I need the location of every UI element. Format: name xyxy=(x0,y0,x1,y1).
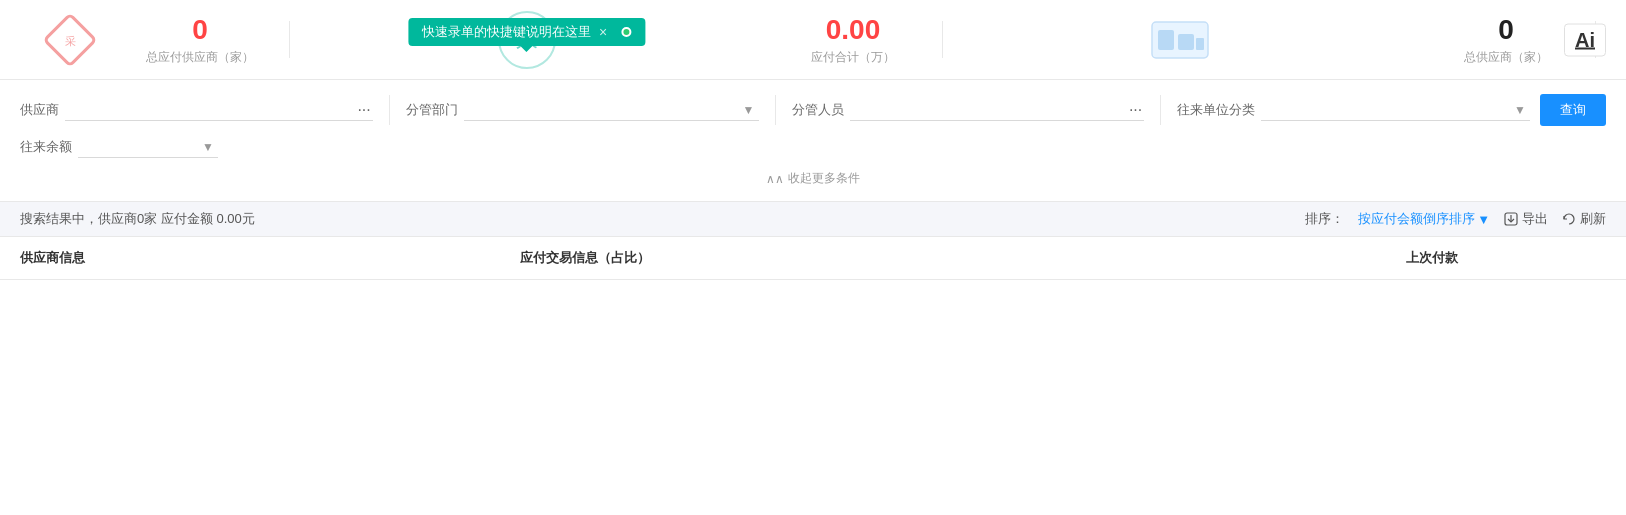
svg-rect-7 xyxy=(1196,38,1204,50)
balance-select-wrap: ▼ xyxy=(78,136,218,158)
department-label: 分管部门 xyxy=(406,101,458,119)
results-info: 搜索结果中，供应商0家 应付金额 0.00元 xyxy=(20,210,255,228)
right-icon xyxy=(1150,20,1210,60)
tooltip-popup: 快速录单的快捷键说明在这里 × xyxy=(408,18,645,46)
payable-total-label: 应付合计（万） xyxy=(811,49,895,66)
results-actions: 排序： 按应付会额倒序排序 ▼ 导出 刷新 xyxy=(1305,210,1606,228)
export-label: 导出 xyxy=(1522,210,1548,228)
person-input[interactable] xyxy=(850,99,1145,121)
svg-rect-6 xyxy=(1178,34,1194,50)
table-body xyxy=(0,280,1626,515)
filter-row-2: 往来余额 ▼ xyxy=(20,136,1606,158)
filter-department: 分管部门 ▼ xyxy=(406,99,759,121)
person-input-wrap: ··· xyxy=(850,99,1145,121)
filter-unit-class: 往来单位分类 ▼ xyxy=(1177,99,1530,121)
supplier-input-wrap: ··· xyxy=(65,99,373,121)
payable-suppliers-number: 0 xyxy=(192,13,208,47)
tooltip-dot xyxy=(621,27,631,37)
total-suppliers-number: 0 xyxy=(1498,13,1514,47)
sort-label: 排序： xyxy=(1305,210,1344,228)
unit-class-select-wrap: ▼ xyxy=(1261,99,1530,121)
filter-row-1: 供应商 ··· 分管部门 ▼ 分管人员 ··· xyxy=(20,94,1606,126)
balance-select[interactable] xyxy=(78,136,218,158)
stats-bar: 采 0 总应付供应商（家） 米 快速录单的快捷键说明在这里 × 0.00 应付合… xyxy=(0,0,1626,80)
department-select[interactable] xyxy=(464,99,759,121)
collapse-label: 收起更多条件 xyxy=(788,170,860,187)
filter-area: 供应商 ··· 分管部门 ▼ 分管人员 ··· xyxy=(0,80,1626,202)
ai-badge[interactable]: Ai xyxy=(1564,23,1606,56)
supplier-label: 供应商 xyxy=(20,101,59,119)
results-bar: 搜索结果中，供应商0家 应付金额 0.00元 排序： 按应付会额倒序排序 ▼ 导… xyxy=(0,202,1626,237)
total-suppliers-label: 总供应商（家） xyxy=(1464,49,1548,66)
refresh-icon xyxy=(1562,212,1576,226)
sort-chevron-icon: ▼ xyxy=(1477,212,1490,227)
right-icon-area xyxy=(943,20,1416,60)
supplier-input[interactable] xyxy=(65,99,373,121)
export-icon xyxy=(1504,212,1518,226)
col-last-payment-header: 上次付款 xyxy=(1406,249,1606,267)
unit-class-label: 往来单位分类 xyxy=(1177,101,1255,119)
collapse-button[interactable]: ∧∧ 收起更多条件 xyxy=(766,170,860,187)
department-select-wrap: ▼ xyxy=(464,99,759,121)
divider-3 xyxy=(1160,95,1161,125)
balance-label: 往来余额 xyxy=(20,138,72,156)
sort-value: 按应付会额倒序排序 xyxy=(1358,210,1475,228)
person-label: 分管人员 xyxy=(792,101,844,119)
filter-person: 分管人员 ··· xyxy=(792,99,1145,121)
table-header: 供应商信息 应付交易信息（占比） 上次付款 xyxy=(0,237,1626,280)
tooltip-text: 快速录单的快捷键说明在这里 xyxy=(422,23,591,41)
filter-balance: 往来余额 ▼ xyxy=(20,136,240,158)
svg-rect-5 xyxy=(1158,30,1174,50)
query-button[interactable]: 查询 xyxy=(1540,94,1606,126)
svg-text:采: 采 xyxy=(65,34,76,46)
collapse-row: ∧∧ 收起更多条件 xyxy=(20,166,1606,197)
stat-block-payable-suppliers: 0 总应付供应商（家） xyxy=(110,13,290,66)
export-button[interactable]: 导出 xyxy=(1504,210,1548,228)
person-dots-button[interactable]: ··· xyxy=(1129,101,1142,119)
refresh-label: 刷新 xyxy=(1580,210,1606,228)
refresh-button[interactable]: 刷新 xyxy=(1562,210,1606,228)
col-supplier-info-header: 供应商信息 xyxy=(20,249,520,267)
logo-block: 采 xyxy=(30,14,110,66)
tooltip-close-button[interactable]: × xyxy=(599,24,607,40)
sort-select-wrap[interactable]: 按应付会额倒序排序 ▼ xyxy=(1358,210,1490,228)
filter-supplier: 供应商 ··· xyxy=(20,99,373,121)
collapse-up-icon: ∧∧ xyxy=(766,172,784,186)
divider-2 xyxy=(775,95,776,125)
stat-block-payable-total: 0.00 应付合计（万） xyxy=(763,13,943,66)
col-payable-info-header: 应付交易信息（占比） xyxy=(520,249,1406,267)
unit-class-select[interactable] xyxy=(1261,99,1530,121)
divider-1 xyxy=(389,95,390,125)
payable-total-number: 0.00 xyxy=(826,13,881,47)
payable-suppliers-label: 总应付供应商（家） xyxy=(146,49,254,66)
supplier-dots-button[interactable]: ··· xyxy=(357,101,370,119)
